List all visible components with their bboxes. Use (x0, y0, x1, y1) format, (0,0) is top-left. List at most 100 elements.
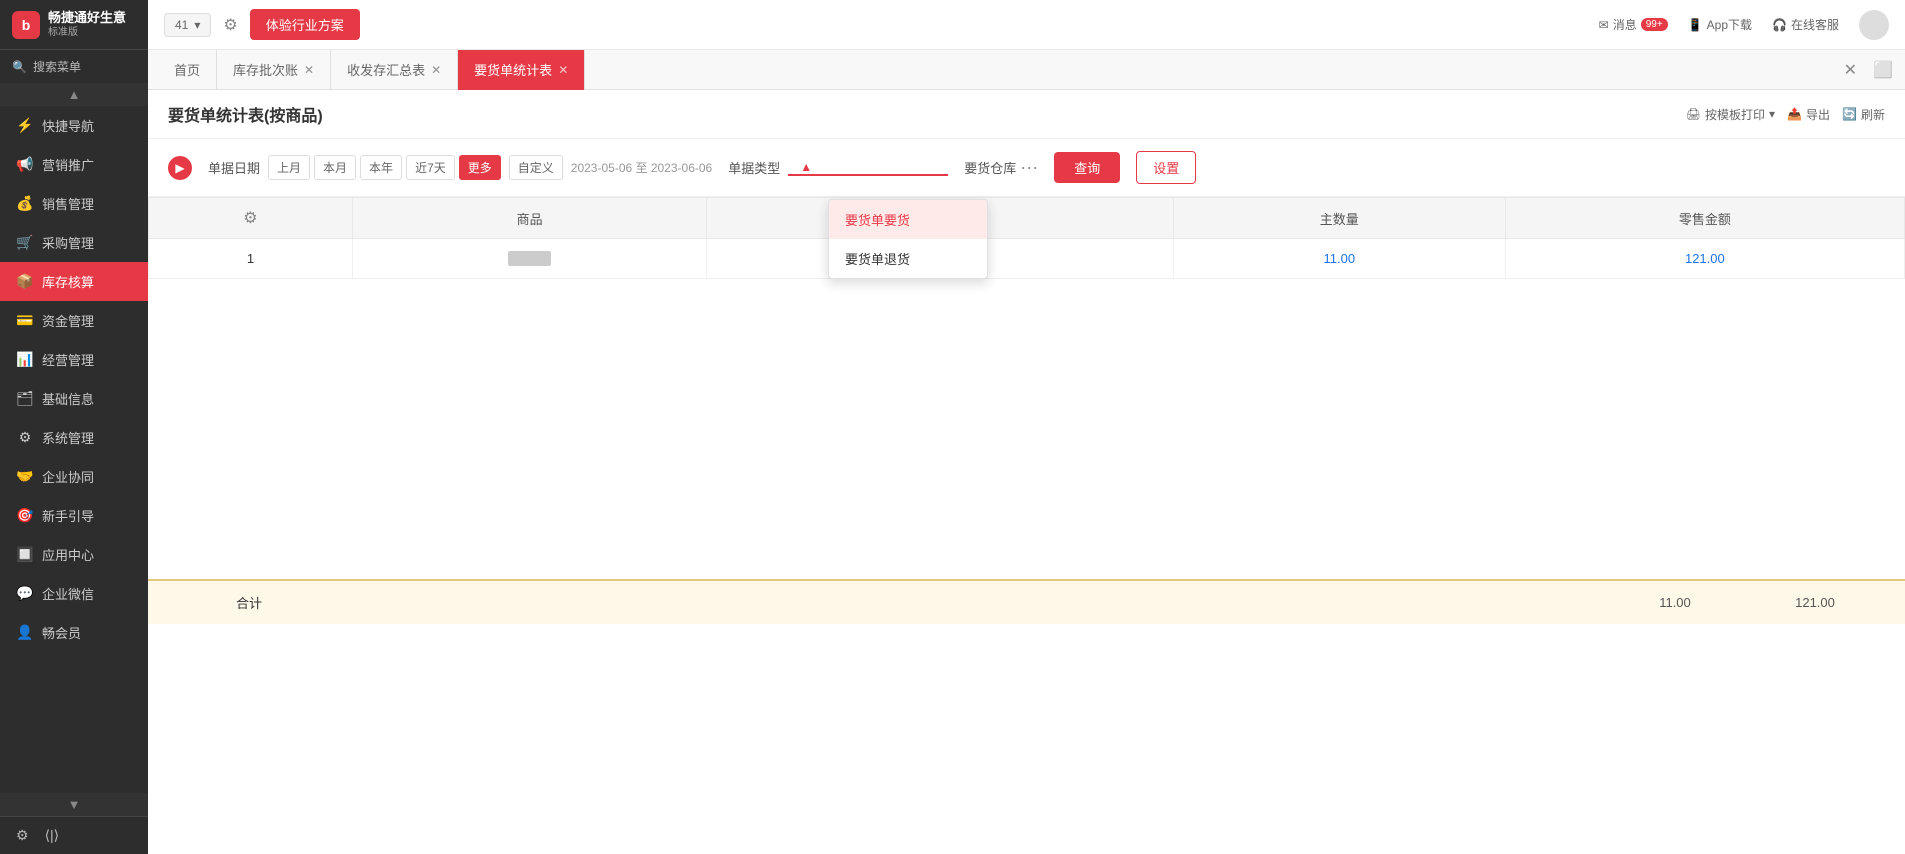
member-icon: 👤 (16, 624, 34, 641)
basic-icon: 🗂 (16, 390, 34, 407)
sidebar-item-label: 系统管理 (42, 428, 94, 447)
topbar: 41 ▾ ⚙ 体验行业方案 ✉ 消息 99+ 📱 App下载 🎧 在线客服 (148, 0, 1905, 50)
topbar-settings-icon[interactable]: ⚙ (223, 15, 237, 35)
main-content: 41 ▾ ⚙ 体验行业方案 ✉ 消息 99+ 📱 App下载 🎧 在线客服 (148, 0, 1905, 854)
sidebar-item-finance[interactable]: 💳资金管理 (0, 301, 148, 340)
expand-filter-btn[interactable]: ▶ (168, 156, 192, 180)
message-action[interactable]: ✉ 消息 99+ (1599, 16, 1668, 33)
app-logo-icon: b (12, 11, 40, 39)
message-badge: 99+ (1641, 18, 1668, 31)
sidebar-item-basic[interactable]: 🗂 基础信息 (0, 379, 148, 418)
tab-home[interactable]: 首页 (158, 50, 217, 90)
tab-sales-summary-close[interactable]: ✕ (431, 63, 441, 77)
filter-bar: ▶ 单据日期 上月 本月 本年 近7天 更多 自定义 2023-05-06 至 … (148, 139, 1905, 197)
wechat-icon: 💬 (16, 585, 34, 602)
tab-inventory-batch[interactable]: 库存批次账 ✕ (217, 50, 331, 90)
app-title: 畅捷通好生意 (48, 10, 126, 27)
dropdown-option-tui[interactable]: 要货单退货 (829, 239, 987, 278)
tab-inventory-batch-close[interactable]: ✕ (304, 63, 314, 77)
date-quick-buttons: 上月 本月 本年 近7天 更多 (268, 155, 501, 180)
chevron-up-icon: ▲ (800, 160, 812, 174)
export-btn[interactable]: 📤 导出 (1787, 106, 1830, 123)
sales-icon: 💰 (16, 195, 34, 212)
sidebar-item-inventory[interactable]: 📦库存核算 (0, 262, 148, 301)
data-table: ⚙ 商品 主计量单位 主数量 零售金额 1 (148, 197, 1905, 279)
finance-icon: 💳 (16, 312, 34, 329)
query-button[interactable]: 查询 (1054, 152, 1120, 183)
sidebar-item-sales[interactable]: 💰 销售管理 (0, 184, 148, 223)
user-avatar[interactable] (1859, 10, 1889, 40)
cell-quantity[interactable]: 11.00 (1173, 239, 1505, 279)
tab-close-all-btn[interactable]: ✕ (1840, 56, 1861, 84)
online-service-action[interactable]: 🎧 在线客服 (1772, 16, 1839, 33)
company-selector[interactable]: 41 ▾ (164, 13, 211, 37)
tab-order-stats[interactable]: 要货单统计表 ✕ (458, 50, 585, 90)
page-header: 要货单统计表(按商品) 🖨 按模板打印 ▾ 📤 导出 🔄 刷新 (148, 90, 1905, 139)
table-header-row: ⚙ 商品 主计量单位 主数量 零售金额 (149, 198, 1905, 239)
tabs-bar: 首页 库存批次账 ✕ 收发存汇总表 ✕ 要货单统计表 ✕ ✕ ⬜ (148, 50, 1905, 90)
sidebar-item-label: 销售管理 (42, 194, 94, 213)
sidebar-scroll-up[interactable]: ▲ (0, 83, 148, 106)
cell-row-num: 1 (149, 239, 353, 279)
cell-product (352, 239, 706, 279)
app-download-label: App下载 (1707, 16, 1752, 33)
chevron-down-icon: ▾ (194, 18, 200, 32)
date-this-year-btn[interactable]: 本年 (360, 155, 402, 180)
column-settings-btn[interactable]: ⚙ (243, 208, 257, 228)
sidebar-item-label: 基础信息 (42, 389, 94, 408)
sidebar-collapse-icon[interactable]: ⟨|⟩ (45, 827, 60, 844)
content-spacer (148, 279, 1905, 579)
type-selected-value (788, 163, 796, 171)
sidebar-item-member[interactable]: 👤 畅会员 (0, 613, 148, 652)
sidebar-scroll-down[interactable]: ▼ (0, 793, 148, 816)
sidebar-item-wechat[interactable]: 💬企业微信 (0, 574, 148, 613)
enterprise-icon: 🤝 (16, 468, 34, 485)
inventory-icon: 📦 (16, 273, 34, 290)
sidebar-search-label: 搜索菜单 (33, 58, 81, 75)
tab-sales-summary[interactable]: 收发存汇总表 ✕ (331, 50, 458, 90)
print-template-btn[interactable]: 🖨 按模板打印 ▾ (1686, 106, 1775, 123)
sidebar-item-purchase[interactable]: 🛒采购管理 (0, 223, 148, 262)
type-dropdown: 要货单要货 要货单退货 (828, 199, 988, 279)
print-icon: 🖨 (1686, 107, 1701, 121)
app-subtitle: 标准版 (48, 26, 126, 39)
tab-order-stats-close[interactable]: ✕ (558, 63, 568, 77)
page-content: 要货单统计表(按商品) 🖨 按模板打印 ▾ 📤 导出 🔄 刷新 ▶ (148, 90, 1905, 854)
date-custom-btn[interactable]: 自定义 (509, 155, 563, 180)
date-last-month-btn[interactable]: 上月 (268, 155, 310, 180)
app-download-action[interactable]: 📱 App下载 (1688, 16, 1752, 33)
col-header-settings: ⚙ (149, 198, 353, 239)
dropdown-option-yao[interactable]: 要货单要货 (829, 200, 987, 239)
cell-sales-amount[interactable]: 121.00 (1505, 239, 1904, 279)
warehouse-more-btn[interactable]: ··· (1020, 157, 1038, 178)
operations-icon: 📊 (16, 351, 34, 368)
sidebar-item-appstore[interactable]: 🔲应用中心 (0, 535, 148, 574)
summary-quantity: 11.00 (1625, 595, 1725, 610)
date-more-btn[interactable]: 更多 (459, 155, 501, 180)
sidebar-item-label: 畅会员 (42, 623, 81, 642)
refresh-btn[interactable]: 🔄 刷新 (1842, 106, 1885, 123)
date-range-display: 2023-05-06 至 2023-06-06 (571, 159, 712, 176)
sidebar-item-enterprise[interactable]: 🤝企业协同 (0, 457, 148, 496)
summary-label: 合计 (236, 593, 262, 612)
col-header-product: 商品 (352, 198, 706, 239)
tab-expand-btn[interactable]: ⬜ (1869, 56, 1897, 84)
filter-settings-button[interactable]: 设置 (1136, 151, 1196, 184)
date-last-7-days-btn[interactable]: 近7天 (406, 155, 455, 180)
sidebar-item-marketing[interactable]: 📢营销推广 (0, 145, 148, 184)
sidebar-item-operations[interactable]: 📊经营管理 (0, 340, 148, 379)
sidebar-item-quick-nav[interactable]: ⚡快捷导航 (0, 106, 148, 145)
sidebar: b 畅捷通好生意 标准版 🔍 搜索菜单 ▲ ⚡快捷导航📢营销推广 💰 销售管理 🛒采购… (0, 0, 148, 854)
marketing-icon: 📢 (16, 156, 34, 173)
date-this-month-btn[interactable]: 本月 (314, 155, 356, 180)
trial-button[interactable]: 体验行业方案 (250, 9, 360, 40)
type-filter-label: 单据类型 (728, 158, 780, 177)
tabs-bar-right: ✕ ⬜ (1840, 56, 1905, 84)
sidebar-item-label: 采购管理 (42, 233, 94, 252)
headset-icon: 🎧 (1772, 18, 1787, 32)
sidebar-item-guide[interactable]: 🎯新手引导 (0, 496, 148, 535)
sidebar-settings-icon[interactable]: ⚙ (16, 827, 29, 844)
sidebar-item-system[interactable]: ⚙系统管理 (0, 418, 148, 457)
sidebar-item-label: 新手引导 (42, 506, 94, 525)
sidebar-search[interactable]: 🔍 搜索菜单 (0, 50, 148, 83)
